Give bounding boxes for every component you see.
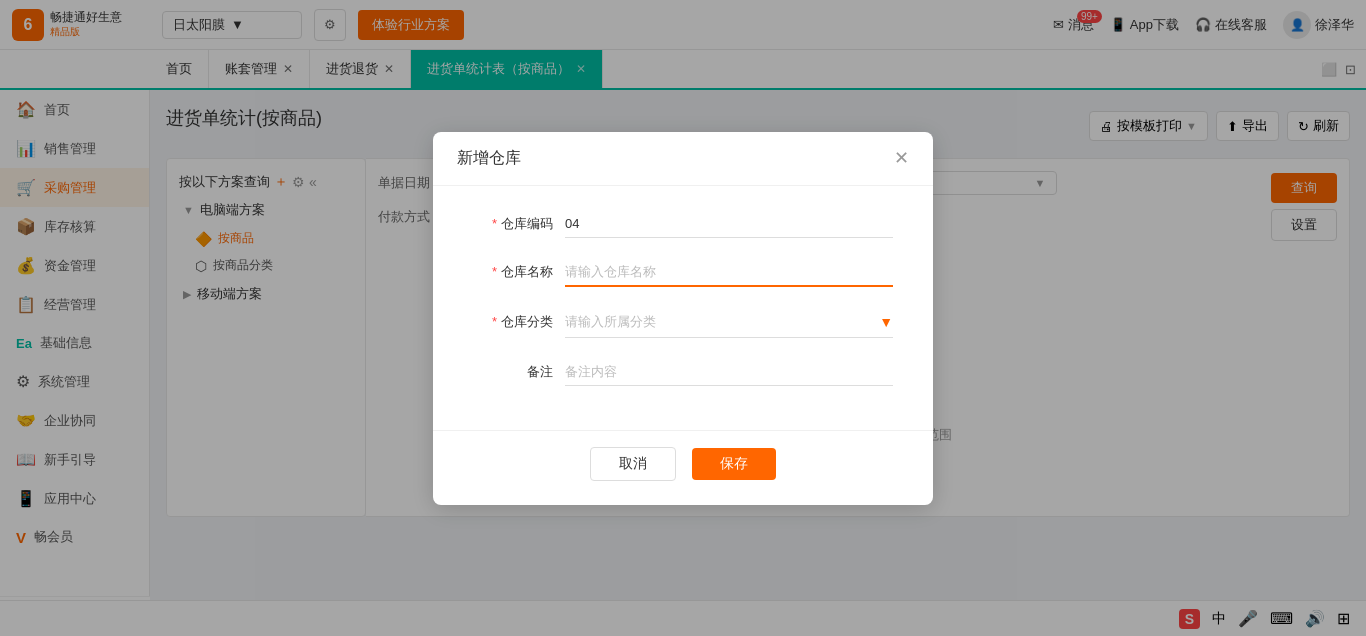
modal-body: 仓库编码 仓库名称 仓库分类 请输入所属分类 ▼ 备注	[433, 186, 933, 430]
modal-close-button[interactable]: ✕	[894, 149, 909, 167]
modal-title: 新增仓库	[457, 148, 521, 169]
warehouse-name-input[interactable]	[565, 258, 893, 287]
remark-label: 备注	[473, 363, 553, 381]
category-label: 仓库分类	[473, 313, 553, 331]
modal-footer: 取消 保存	[433, 430, 933, 505]
form-row-remark: 备注	[473, 358, 893, 386]
code-label: 仓库编码	[473, 215, 553, 233]
category-placeholder: 请输入所属分类	[565, 313, 656, 331]
remark-input[interactable]	[565, 358, 893, 386]
modal-overlay: 新增仓库 ✕ 仓库编码 仓库名称 仓库分类 请输入所属分类 ▼	[0, 0, 1366, 636]
category-dropdown-icon: ▼	[879, 314, 893, 330]
cancel-button[interactable]: 取消	[590, 447, 676, 481]
name-label: 仓库名称	[473, 263, 553, 281]
warehouse-code-input[interactable]	[565, 210, 893, 238]
save-button[interactable]: 保存	[692, 448, 776, 480]
form-row-code: 仓库编码	[473, 210, 893, 238]
form-row-name: 仓库名称	[473, 258, 893, 287]
warehouse-modal: 新增仓库 ✕ 仓库编码 仓库名称 仓库分类 请输入所属分类 ▼	[433, 132, 933, 505]
warehouse-category-select[interactable]: 请输入所属分类 ▼	[565, 307, 893, 338]
modal-header: 新增仓库 ✕	[433, 132, 933, 186]
form-row-category: 仓库分类 请输入所属分类 ▼	[473, 307, 893, 338]
